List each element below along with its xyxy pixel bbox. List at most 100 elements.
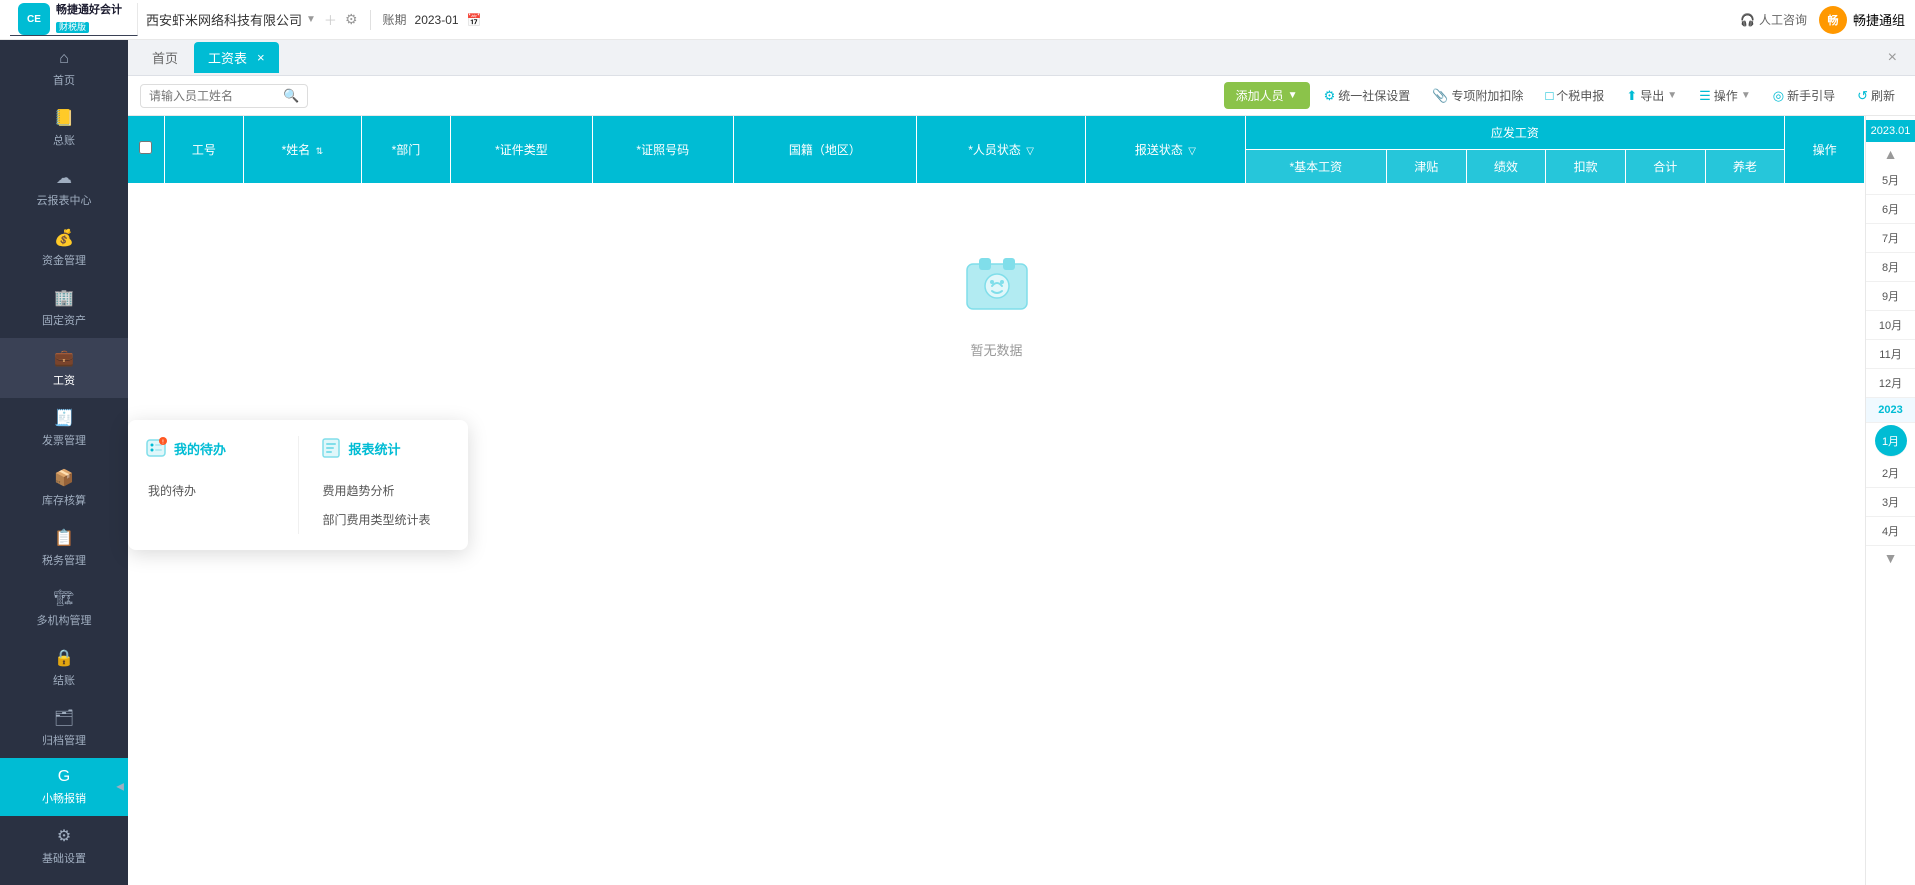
sidebar-label-home: 首页 xyxy=(53,72,75,88)
add-person-button[interactable]: 添加人员 ▼ xyxy=(1224,82,1310,109)
sidebar-item-multi-org[interactable]: 🏗多机构管理 xyxy=(0,578,128,638)
name-sort-icon[interactable]: ⇅ xyxy=(316,146,324,156)
sidebar-icon-funds: 💰 xyxy=(54,228,74,248)
timeline-month-item[interactable]: 2月 xyxy=(1866,459,1915,488)
sidebar-label-close: 结账 xyxy=(53,672,75,688)
user-name: 畅捷通组 xyxy=(1853,10,1905,29)
export-label: 导出 xyxy=(1640,87,1664,104)
add-btn-dropdown-icon: ▼ xyxy=(1288,90,1298,101)
company-name: 西安虾米网络科技有限公司 xyxy=(146,10,302,29)
timeline-month-item[interactable]: 6月 xyxy=(1866,195,1915,224)
search-input[interactable] xyxy=(149,89,279,103)
tab-close-icon[interactable]: × xyxy=(257,50,265,65)
sidebar-item-inventory[interactable]: 📦库存核算 xyxy=(0,458,128,518)
sidebar-label-inventory: 库存核算 xyxy=(42,492,86,508)
sidebar-item-tax[interactable]: 📋税务管理 xyxy=(0,518,128,578)
sidebar-item-ledger[interactable]: 📒总账 xyxy=(0,98,128,158)
timeline-up-btn[interactable]: ▲ xyxy=(1866,142,1915,166)
export-btn[interactable]: ⬆ 导出 ▼ xyxy=(1618,83,1685,108)
popup-dept-expense-item[interactable]: 部门费用类型统计表 xyxy=(319,505,453,534)
ops-th: 操作 xyxy=(1785,116,1865,183)
right-timeline: 2023.01 ▲ 5月6月7月8月9月10月11月12月20231月2月3月4… xyxy=(1865,116,1915,885)
sidebar-label-salary: 工资 xyxy=(53,372,75,388)
tab-list-close-icon[interactable]: × xyxy=(1880,49,1905,67)
sidebar-icon-fixed-assets: 🏢 xyxy=(54,288,74,308)
popup-expense-trend-item[interactable]: 费用趋势分析 xyxy=(319,476,453,505)
timeline-month-item[interactable]: 10月 xyxy=(1866,311,1915,340)
timeline-month-item[interactable]: 2023 xyxy=(1866,398,1915,423)
sidebar-label-cloud-report: 云报表中心 xyxy=(37,192,92,208)
social-security-label: 统一社保设置 xyxy=(1338,87,1410,104)
tab-salary[interactable]: 工资表 × xyxy=(194,42,279,73)
timeline-header: 2023.01 xyxy=(1866,120,1915,142)
sidebar-item-guide[interactable]: ▶新手引导 xyxy=(0,876,128,885)
social-security-icon: ⚙ xyxy=(1324,88,1336,104)
sidebar-icon-close: 🔒 xyxy=(54,648,74,668)
sidebar-label-basic: 基础设置 xyxy=(42,850,86,866)
user-area[interactable]: 畅 畅捷通组 xyxy=(1819,6,1905,34)
timeline-month-item[interactable]: 7月 xyxy=(1866,224,1915,253)
deduct-th: 扣款 xyxy=(1546,150,1626,184)
sidebar-icon-xiao-chong: G xyxy=(58,768,70,786)
status-th: *人员状态 ▽ xyxy=(916,116,1085,183)
name-th: *姓名 ⇅ xyxy=(244,116,361,183)
sidebar-icon-archive: 🗂 xyxy=(54,708,74,728)
report-filter-icon[interactable]: ▽ xyxy=(1188,146,1196,157)
dept-th: *部门 xyxy=(361,116,451,183)
timeline-down-btn[interactable]: ▼ xyxy=(1866,546,1915,570)
new-guide-btn[interactable]: ◎ 新手引导 xyxy=(1765,83,1843,108)
timeline-month-item[interactable]: 11月 xyxy=(1866,340,1915,369)
logo-area: CE 畅捷通好会计 财税版 xyxy=(10,3,138,36)
refresh-btn[interactable]: ↺ 刷新 xyxy=(1849,83,1903,108)
popup-my-pending-item[interactable]: 我的待办 xyxy=(144,476,278,505)
deduction-btn[interactable]: 📎 专项附加扣除 xyxy=(1424,83,1531,108)
sidebar-label-xiao-chong: 小畅报销 xyxy=(42,790,86,806)
tab-home[interactable]: 首页 xyxy=(138,42,192,73)
sidebar-item-funds[interactable]: 💰 资金管理 xyxy=(0,218,128,278)
empty-state: 暂无数据 xyxy=(128,184,1865,419)
calendar-icon[interactable]: 📅 xyxy=(467,13,482,27)
tax-report-btn[interactable]: □ 个税申报 xyxy=(1537,83,1612,108)
nationality-th: 国籍（地区） xyxy=(733,116,916,183)
top-header: CE 畅捷通好会计 财税版 西安虾米网络科技有限公司 ▼ ＋ ⚙ 账期 2023… xyxy=(0,0,1915,40)
status-filter-icon[interactable]: ▽ xyxy=(1026,146,1034,157)
timeline-month-item[interactable]: 1月 xyxy=(1875,425,1907,457)
header-divider xyxy=(370,10,371,30)
sidebar-icon-salary: 💼 xyxy=(54,348,74,368)
timeline-months: 5月6月7月8月9月10月11月12月20231月2月3月4月 xyxy=(1866,166,1915,546)
sidebar-icon-home: ⌂ xyxy=(59,50,69,68)
salary-group-th: 应发工资 xyxy=(1245,116,1785,150)
company-selector[interactable]: 西安虾米网络科技有限公司 ▼ xyxy=(146,10,316,29)
add-company-icon[interactable]: ＋ xyxy=(324,10,337,29)
top-right-area: 🎧 人工咨询 畅 畅捷通组 xyxy=(1740,6,1905,34)
sidebar-item-cloud-report[interactable]: ☁ 云报表中心 xyxy=(0,158,128,218)
support-button[interactable]: 🎧 人工咨询 xyxy=(1740,11,1807,28)
sidebar-item-close[interactable]: 🔒 结账 xyxy=(0,638,128,698)
operation-btn[interactable]: ☰ 操作 ▼ xyxy=(1691,83,1759,108)
sidebar-item-salary[interactable]: 💼 工资 xyxy=(0,338,128,398)
sidebar-item-archive[interactable]: 🗂归档管理 xyxy=(0,698,128,758)
tab-home-label: 首页 xyxy=(152,48,178,67)
sidebar-item-basic[interactable]: ⚙基础设置 xyxy=(0,816,128,876)
sidebar-item-fixed-assets[interactable]: 🏢 固定资产 xyxy=(0,278,128,338)
social-security-btn[interactable]: ⚙ 统一社保设置 xyxy=(1316,83,1419,108)
sidebar-item-invoice[interactable]: 🧾发票管理 xyxy=(0,398,128,458)
empty-icon xyxy=(957,244,1037,324)
sidebar-item-home[interactable]: ⌂ 首页 xyxy=(0,40,128,98)
sidebar-label-funds: 资金管理 xyxy=(42,252,86,268)
add-btn-label: 添加人员 xyxy=(1236,87,1284,104)
timeline-month-item[interactable]: 9月 xyxy=(1866,282,1915,311)
timeline-month-item[interactable]: 8月 xyxy=(1866,253,1915,282)
sidebar-icon-cloud-report: ☁ xyxy=(56,168,72,188)
timeline-month-item[interactable]: 12月 xyxy=(1866,369,1915,398)
settings-icon[interactable]: ⚙ xyxy=(345,11,358,28)
timeline-month-item[interactable]: 5月 xyxy=(1866,166,1915,195)
support-label: 人工咨询 xyxy=(1759,11,1807,28)
timeline-month-item[interactable]: 3月 xyxy=(1866,488,1915,517)
popup-reports-label: 报表统计 xyxy=(349,439,401,458)
sidebar-label-fixed-assets: 固定资产 xyxy=(42,312,86,328)
select-all-checkbox[interactable] xyxy=(139,141,152,154)
timeline-month-item[interactable]: 4月 xyxy=(1866,517,1915,546)
check-all-th xyxy=(128,116,164,183)
sidebar-item-xiao-chong[interactable]: G小畅报销◀ xyxy=(0,758,128,816)
